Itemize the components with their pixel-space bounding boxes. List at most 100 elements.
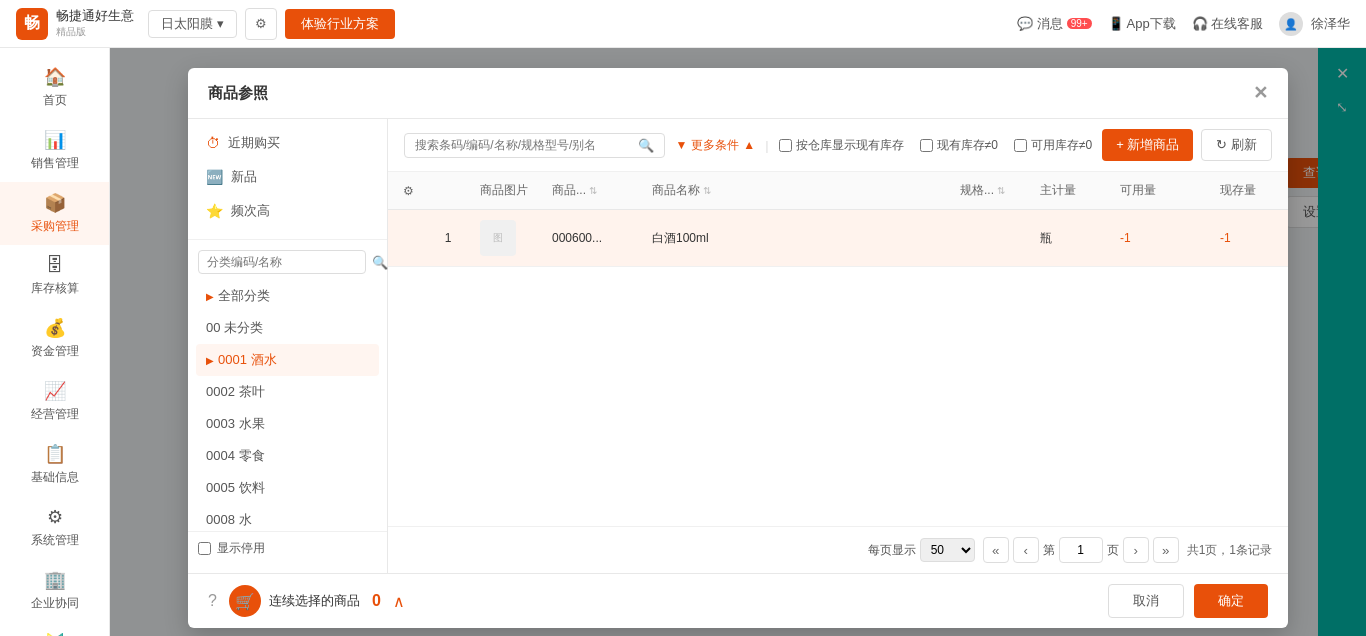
left-panel-top: ⏱ 近期购买 🆕 新品 ⭐ 频次高 bbox=[188, 127, 387, 235]
sidebar-item-finance[interactable]: 💰 资金管理 bbox=[0, 307, 109, 370]
recent-buy-item[interactable]: ⏱ 近期购买 bbox=[196, 127, 379, 159]
left-panel-footer: 显示停用 bbox=[188, 531, 387, 565]
filter-icon: ▼ bbox=[675, 138, 687, 152]
sidebar-item-sales[interactable]: 📊 销售管理 bbox=[0, 119, 109, 182]
product-search-box: 🔍 bbox=[404, 133, 665, 158]
online-service[interactable]: 🎧 在线客服 bbox=[1192, 15, 1264, 33]
prev-page-button[interactable]: ‹ bbox=[1013, 537, 1039, 563]
message-badge: 99+ bbox=[1067, 18, 1092, 29]
sidebar-item-label: 经营管理 bbox=[31, 406, 79, 423]
sidebar-item-label: 库存核算 bbox=[31, 280, 79, 297]
toolbar-right-buttons: + 新增商品 ↻ 刷新 bbox=[1102, 129, 1272, 161]
show-disabled-input[interactable] bbox=[198, 542, 211, 555]
modal-close-button[interactable]: ✕ bbox=[1253, 82, 1268, 104]
help-icon[interactable]: ? bbox=[208, 592, 217, 610]
cb-stock-input[interactable] bbox=[920, 139, 933, 152]
purchase-icon: 📦 bbox=[44, 192, 66, 214]
first-page-button[interactable]: « bbox=[983, 537, 1009, 563]
next-page-button[interactable]: › bbox=[1123, 537, 1149, 563]
new-items-item[interactable]: 🆕 新品 bbox=[196, 161, 379, 193]
pagination: 每页显示 50 10 20 100 « ‹ bbox=[388, 526, 1288, 573]
nav-dropdown[interactable]: 日太阳膜 ▾ bbox=[148, 10, 237, 38]
category-item-unclassified[interactable]: 00 未分类 bbox=[196, 312, 379, 344]
nav-dropdown-label: 日太阳膜 bbox=[161, 15, 213, 33]
collapse-button[interactable]: ∧ bbox=[393, 592, 405, 611]
gear-icon[interactable]: ⚙ bbox=[245, 8, 277, 40]
sidebar-item-enterprise[interactable]: 🏢 企业协同 bbox=[0, 559, 109, 622]
topbar-nav: 日太阳膜 ▾ ⚙ 体验行业方案 bbox=[148, 8, 1005, 40]
sidebar-item-operations[interactable]: 📈 经营管理 bbox=[0, 370, 109, 433]
category-item-beverage[interactable]: 0005 饮料 bbox=[196, 472, 379, 504]
th-num bbox=[428, 172, 468, 210]
td-name: 白酒100ml bbox=[640, 210, 948, 267]
th-stock: 现存量 bbox=[1208, 172, 1288, 210]
table-row[interactable]: 1 图 000600... 白酒100ml 瓶 -1 bbox=[388, 210, 1288, 267]
cb-avail-input[interactable] bbox=[1014, 139, 1027, 152]
sales-icon: 📊 bbox=[44, 129, 66, 151]
modal-header: 商品参照 ✕ bbox=[188, 68, 1288, 119]
logo-sub: 精品版 bbox=[56, 25, 134, 39]
category-label: 0002 茶叶 bbox=[206, 383, 265, 401]
username: 徐泽华 bbox=[1311, 16, 1350, 31]
product-table-container: ⚙ 商品图片 商品... ⇅ 商品名称 bbox=[388, 172, 1288, 526]
th-name-label: 商品名称 bbox=[652, 183, 700, 197]
cb-by-warehouse[interactable]: 按仓库显示现有库存 bbox=[779, 137, 904, 154]
filter-button[interactable]: ▼ 更多条件 ▲ bbox=[675, 137, 755, 154]
filter-arrow-icon: ▲ bbox=[743, 138, 755, 152]
th-name[interactable]: 商品名称 ⇅ bbox=[640, 172, 948, 210]
sidebar-item-label: 系统管理 bbox=[31, 532, 79, 549]
app-download[interactable]: 📱 App下载 bbox=[1108, 15, 1176, 33]
product-search-input[interactable] bbox=[415, 138, 634, 152]
sidebar-item-guide[interactable]: 🔰 新手引导 bbox=[0, 622, 109, 636]
th-code[interactable]: 商品... ⇅ bbox=[540, 172, 640, 210]
experience-button[interactable]: 体验行业方案 bbox=[285, 9, 395, 39]
category-item-all[interactable]: ▶ 全部分类 bbox=[196, 280, 379, 312]
th-spec[interactable]: 规格... ⇅ bbox=[948, 172, 1028, 210]
high-freq-item[interactable]: ⭐ 频次高 bbox=[196, 195, 379, 227]
refresh-button[interactable]: ↻ 刷新 bbox=[1201, 129, 1272, 161]
rp-toolbar: 🔍 ▼ 更多条件 ▲ | 按仓库显示现有库存 bbox=[388, 119, 1288, 172]
sidebar-item-system[interactable]: ⚙ 系统管理 bbox=[0, 496, 109, 559]
finance-icon: 💰 bbox=[44, 317, 66, 339]
th-spec-label: 规格... bbox=[960, 183, 994, 197]
new-icon: 🆕 bbox=[206, 169, 223, 185]
th-img: 商品图片 bbox=[468, 172, 540, 210]
confirm-button[interactable]: 确定 bbox=[1194, 584, 1268, 618]
cb-by-warehouse-label: 按仓库显示现有库存 bbox=[796, 137, 904, 154]
category-label: 0005 饮料 bbox=[206, 479, 265, 497]
user-area[interactable]: 👤 徐泽华 bbox=[1279, 12, 1350, 36]
cb-by-warehouse-input[interactable] bbox=[779, 139, 792, 152]
guide-icon: 🔰 bbox=[44, 632, 66, 636]
category-item-tea[interactable]: 0002 茶叶 bbox=[196, 376, 379, 408]
sidebar-item-basic-info[interactable]: 📋 基础信息 bbox=[0, 433, 109, 496]
enterprise-icon: 🏢 bbox=[44, 569, 66, 591]
cancel-button[interactable]: 取消 bbox=[1108, 584, 1184, 618]
add-product-button[interactable]: + 新增商品 bbox=[1102, 129, 1193, 161]
cart-count: 0 bbox=[372, 592, 381, 610]
modal-title: 商品参照 bbox=[208, 84, 268, 103]
sidebar-item-purchase[interactable]: 📦 采购管理 bbox=[0, 182, 109, 245]
page-input[interactable] bbox=[1059, 537, 1103, 563]
category-item-snack[interactable]: 0004 零食 bbox=[196, 440, 379, 472]
filter-checkboxes: 按仓库显示现有库存 现有库存≠0 可用库存≠0 bbox=[779, 137, 1093, 154]
page-size-select[interactable]: 50 10 20 100 bbox=[920, 538, 975, 562]
last-page-button[interactable]: » bbox=[1153, 537, 1179, 563]
category-item-water[interactable]: 0008 水 bbox=[196, 504, 379, 531]
sidebar-item-home[interactable]: 🏠 首页 bbox=[0, 56, 109, 119]
cb-avail-neq0[interactable]: 可用库存≠0 bbox=[1014, 137, 1092, 154]
new-items-label: 新品 bbox=[231, 168, 257, 186]
show-disabled-checkbox[interactable]: 显示停用 bbox=[198, 540, 377, 557]
category-item-liquor[interactable]: ▶ 0001 酒水 bbox=[196, 344, 379, 376]
search-icon[interactable]: 🔍 bbox=[372, 255, 388, 270]
home-icon: 🏠 bbox=[44, 66, 66, 88]
search-icon[interactable]: 🔍 bbox=[638, 138, 654, 153]
category-item-fruit[interactable]: 0003 水果 bbox=[196, 408, 379, 440]
message-area[interactable]: 💬 消息 99+ bbox=[1017, 15, 1092, 33]
product-table: ⚙ 商品图片 商品... ⇅ 商品名称 bbox=[388, 172, 1288, 267]
sidebar-item-label: 资金管理 bbox=[31, 343, 79, 360]
category-search-input[interactable] bbox=[198, 250, 366, 274]
sidebar-item-label: 采购管理 bbox=[31, 218, 79, 235]
cb-stock-neq0[interactable]: 现有库存≠0 bbox=[920, 137, 998, 154]
logo-text: 畅捷通好生意 bbox=[56, 8, 134, 25]
sidebar-item-inventory[interactable]: 🗄 库存核算 bbox=[0, 245, 109, 307]
